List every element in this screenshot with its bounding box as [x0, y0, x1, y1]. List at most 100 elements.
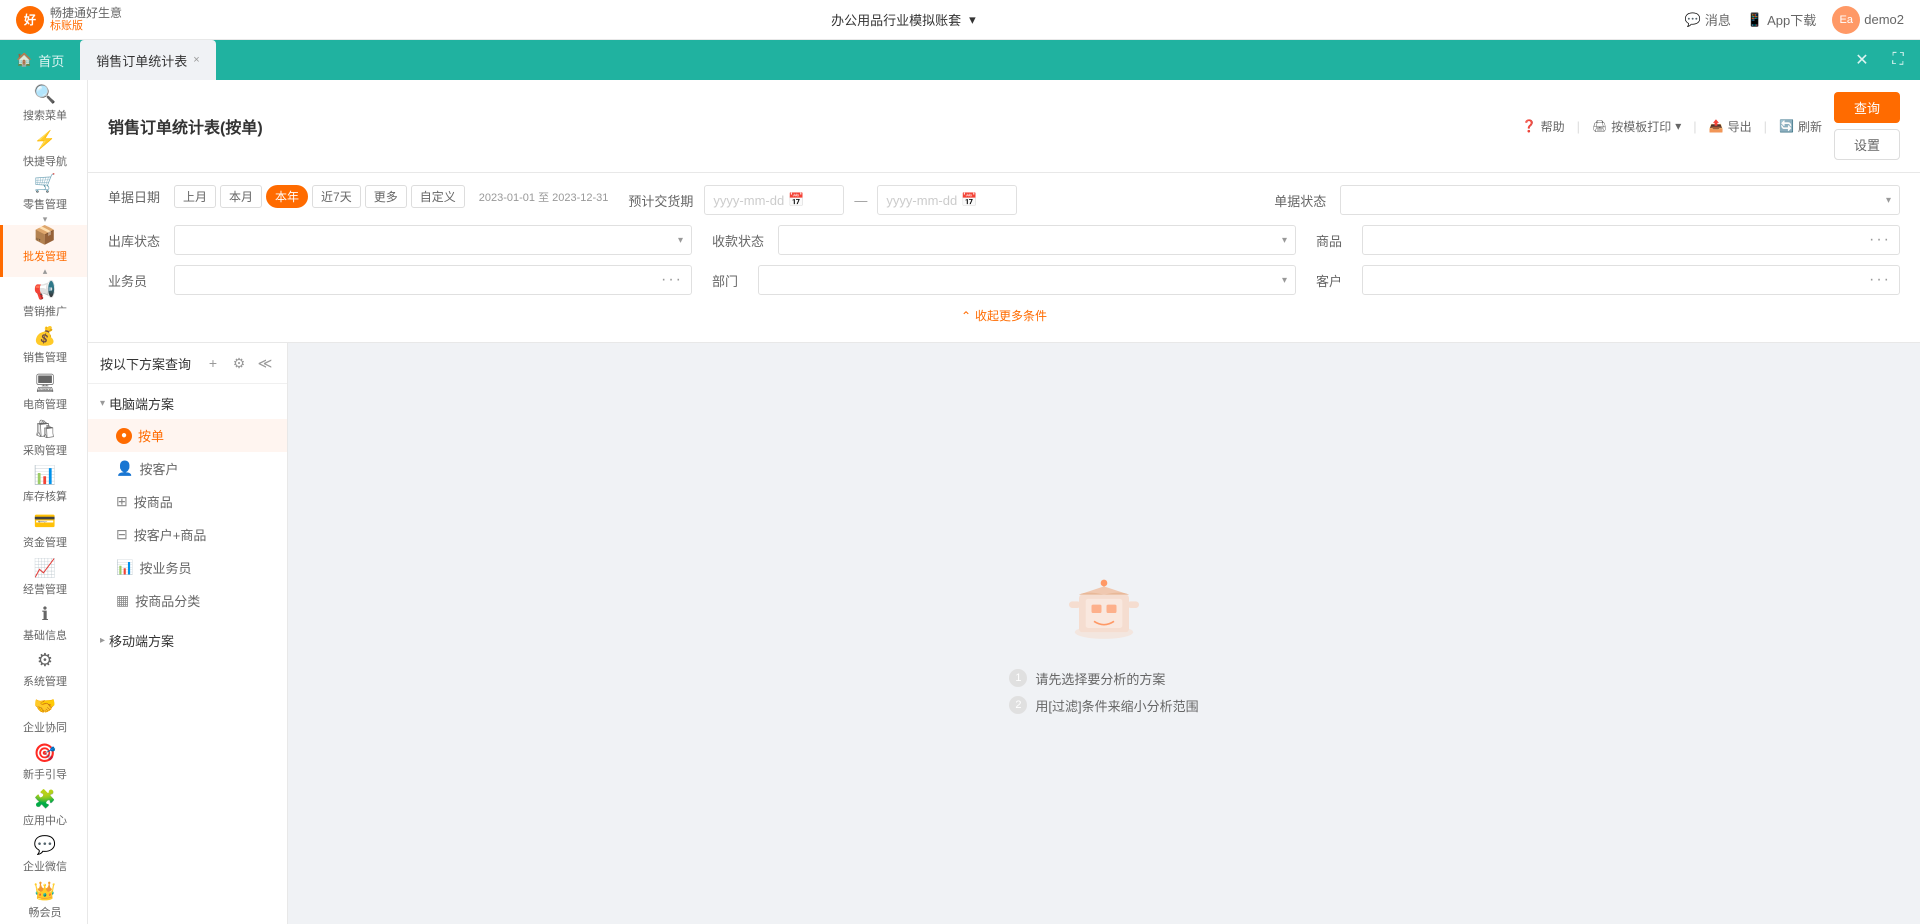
current-year-button[interactable]: 本年 — [266, 185, 308, 208]
page-header: 销售订单统计表(按单) ❓ 帮助 | 🖨 按模板打印 ▾ | 📤 导出 | — [88, 80, 1920, 173]
custom-button[interactable]: 自定义 — [411, 185, 465, 208]
scheme-group-mobile-header[interactable]: ▸ 移动端方案 — [88, 625, 287, 656]
expected-date-filter: 预计交货期 yyyy-mm-dd 📅 — yyyy-mm-dd 📅 — [628, 185, 1254, 215]
date-buttons: 上月 本月 本年 近7天 更多 自定义 — [174, 185, 465, 208]
date-separator: — — [850, 193, 871, 208]
expected-date-start[interactable]: yyyy-mm-dd 📅 — [704, 185, 844, 215]
scheme-panel: 按以下方案查询 + ⚙ ≪ ▾ 电脑端方案 — [88, 343, 288, 924]
sidebar-item-enterprise[interactable]: 🤝 企业协同 — [0, 693, 87, 739]
scheme-item-by-category[interactable]: ▦ 按商品分类 — [88, 584, 287, 617]
close-tab-icon[interactable]: ✕ — [1848, 46, 1876, 74]
app-icon: 📱 — [1747, 12, 1763, 28]
sidebar-item-marketing[interactable]: 📢 营销推广 — [0, 277, 87, 323]
last7-button[interactable]: 近7天 — [312, 185, 361, 208]
filter-row-1: 单据日期 上月 本月 本年 近7天 更多 自定义 2023-01-01 至 20… — [108, 185, 1900, 215]
goods-select[interactable]: ··· — [1362, 225, 1900, 255]
refresh-button[interactable]: 🔄 刷新 — [1779, 118, 1822, 135]
help-icon: ❓ — [1522, 119, 1537, 133]
tab-active[interactable]: 销售订单统计表 × — [80, 40, 215, 80]
tip-num-2: 2 — [1009, 696, 1027, 714]
workspace-selector[interactable]: 办公用品行业模拟账套 ▾ — [831, 10, 976, 29]
tab-close-button[interactable]: × — [193, 54, 199, 66]
message-button[interactable]: 💬 消息 — [1685, 10, 1731, 29]
expected-date-label: 预计交货期 — [628, 191, 698, 210]
scheme-item-by-goods[interactable]: ⊞ 按商品 — [88, 485, 287, 518]
fullscreen-icon[interactable]: ⛶ — [1884, 46, 1912, 74]
sidebar-item-shortcuts[interactable]: ⚡ 快捷导航 — [0, 126, 87, 172]
scheme-item-by-customer-goods[interactable]: ⊟ 按客户+商品 — [88, 518, 287, 551]
scheme-item-by-order[interactable]: ● 按单 — [88, 419, 287, 452]
sidebar-item-appstore[interactable]: 🧩 应用中心 — [0, 785, 87, 831]
settings-scheme-button[interactable]: ⚙ — [229, 353, 249, 373]
by-salesman-icon: 📊 — [116, 559, 133, 576]
query-button[interactable]: 查询 — [1834, 92, 1900, 123]
message-icon: 💬 — [1685, 12, 1701, 28]
status-filter: 单据状态 ▾ — [1274, 185, 1900, 215]
sidebar-item-sales[interactable]: 💰 销售管理 — [0, 323, 87, 369]
newbie-icon: 🎯 — [34, 743, 56, 764]
expected-date-end[interactable]: yyyy-mm-dd 📅 — [877, 185, 1017, 215]
calendar-end-icon: 📅 — [961, 192, 977, 208]
topbar-left: 好 畅捷通好生意 标账版 — [16, 6, 122, 34]
salesman-select[interactable]: ··· — [174, 265, 692, 295]
print-icon: 🖨 — [1592, 119, 1607, 133]
sidebar-item-finance[interactable]: 💳 资金管理 — [0, 508, 87, 554]
sidebar-item-inventory[interactable]: 📊 库存核算 — [0, 462, 87, 508]
sales-icon: 💰 — [34, 326, 56, 347]
sidebar-item-wechat[interactable]: 💬 企业微信 — [0, 832, 87, 878]
sidebar-item-newbie[interactable]: 🎯 新手引导 — [0, 739, 87, 785]
sidebar-item-member[interactable]: 👑 畅会员 — [0, 878, 87, 924]
scheme-item-by-salesman[interactable]: 📊 按业务员 — [88, 551, 287, 584]
sidebar-item-wholesale[interactable]: 📦 批发管理 ▴ — [0, 225, 87, 277]
tab-home[interactable]: 🏠 首页 — [0, 40, 80, 80]
logo-icon: 好 — [16, 6, 44, 34]
collapse-button[interactable]: ⌃ 收起更多条件 — [108, 301, 1900, 330]
inventory-icon: 📊 — [34, 465, 56, 486]
ship-arrow-icon: ▾ — [678, 235, 683, 246]
settings-button[interactable]: 设置 — [1834, 129, 1900, 160]
logo-area: 好 畅捷通好生意 标账版 — [16, 6, 122, 34]
inner-layout: 按以下方案查询 + ⚙ ≪ ▾ 电脑端方案 — [88, 343, 1920, 924]
last-month-button[interactable]: 上月 — [174, 185, 216, 208]
sidebar-item-basic-info[interactable]: ℹ 基础信息 — [0, 600, 87, 646]
this-month-button[interactable]: 本月 — [220, 185, 262, 208]
pc-group-label: 电脑端方案 — [109, 394, 174, 413]
scheme-group-pc: ▾ 电脑端方案 ● 按单 👤 按客户 ⊞ 按商品 — [88, 384, 287, 621]
mobile-group-label: 移动端方案 — [109, 631, 174, 650]
ship-status-label: 出库状态 — [108, 231, 168, 250]
empty-tips: 1 请先选择要分析的方案 2 用[过滤]条件来缩小分析范围 — [1009, 669, 1198, 715]
more-button[interactable]: 更多 — [365, 185, 407, 208]
department-select[interactable]: ▾ — [758, 265, 1296, 295]
sidebar-item-operations[interactable]: 📈 经营管理 — [0, 554, 87, 600]
print-button[interactable]: 🖨 按模板打印 ▾ — [1592, 118, 1681, 135]
department-filter: 部门 ▾ — [712, 265, 1296, 295]
scheme-group-mobile: ▸ 移动端方案 — [88, 621, 287, 660]
filter-panel: 单据日期 上月 本月 本年 近7天 更多 自定义 2023-01-01 至 20… — [88, 173, 1920, 343]
scheme-group-pc-header[interactable]: ▾ 电脑端方案 — [88, 388, 287, 419]
goods-filter: 商品 ··· — [1316, 225, 1900, 255]
export-button[interactable]: 📤 导出 — [1709, 118, 1752, 135]
sidebar-item-retail[interactable]: 🛒 零售管理 ▾ — [0, 173, 87, 225]
payment-select[interactable]: ▾ — [778, 225, 1296, 255]
topbar: 好 畅捷通好生意 标账版 办公用品行业模拟账套 ▾ 💬 消息 📱 App下载 E… — [0, 0, 1920, 40]
scheme-item-by-customer[interactable]: 👤 按客户 — [88, 452, 287, 485]
topbar-right: 💬 消息 📱 App下载 Ea demo2 — [1685, 6, 1904, 34]
sidebar-item-system[interactable]: ⚙ 系统管理 — [0, 647, 87, 693]
app-download-button[interactable]: 📱 App下载 — [1747, 10, 1816, 29]
date-filter: 单据日期 上月 本月 本年 近7天 更多 自定义 2023-01-01 至 20… — [108, 185, 608, 208]
page-actions: ❓ 帮助 | 🖨 按模板打印 ▾ | 📤 导出 | 🔄 刷新 — [1522, 92, 1900, 160]
customer-select[interactable]: ··· — [1362, 265, 1900, 295]
sidebar-item-search[interactable]: 🔍 搜索菜单 — [0, 80, 87, 126]
by-category-icon: ▦ — [116, 592, 129, 609]
date-label: 单据日期 — [108, 187, 168, 206]
add-scheme-button[interactable]: + — [203, 353, 223, 373]
help-button[interactable]: ❓ 帮助 — [1522, 118, 1565, 135]
ship-status-select[interactable]: ▾ — [174, 225, 692, 255]
sidebar-item-purchase[interactable]: 🛍 采购管理 — [0, 415, 87, 461]
collapse-scheme-button[interactable]: ≪ — [255, 353, 275, 373]
user-profile[interactable]: Ea demo2 — [1832, 6, 1904, 34]
status-select[interactable]: ▾ — [1340, 185, 1900, 215]
sidebar-item-ecommerce[interactable]: 🖥 电商管理 — [0, 369, 87, 415]
member-icon: 👑 — [34, 881, 56, 902]
payment-status-filter: 收款状态 ▾ — [712, 225, 1296, 255]
